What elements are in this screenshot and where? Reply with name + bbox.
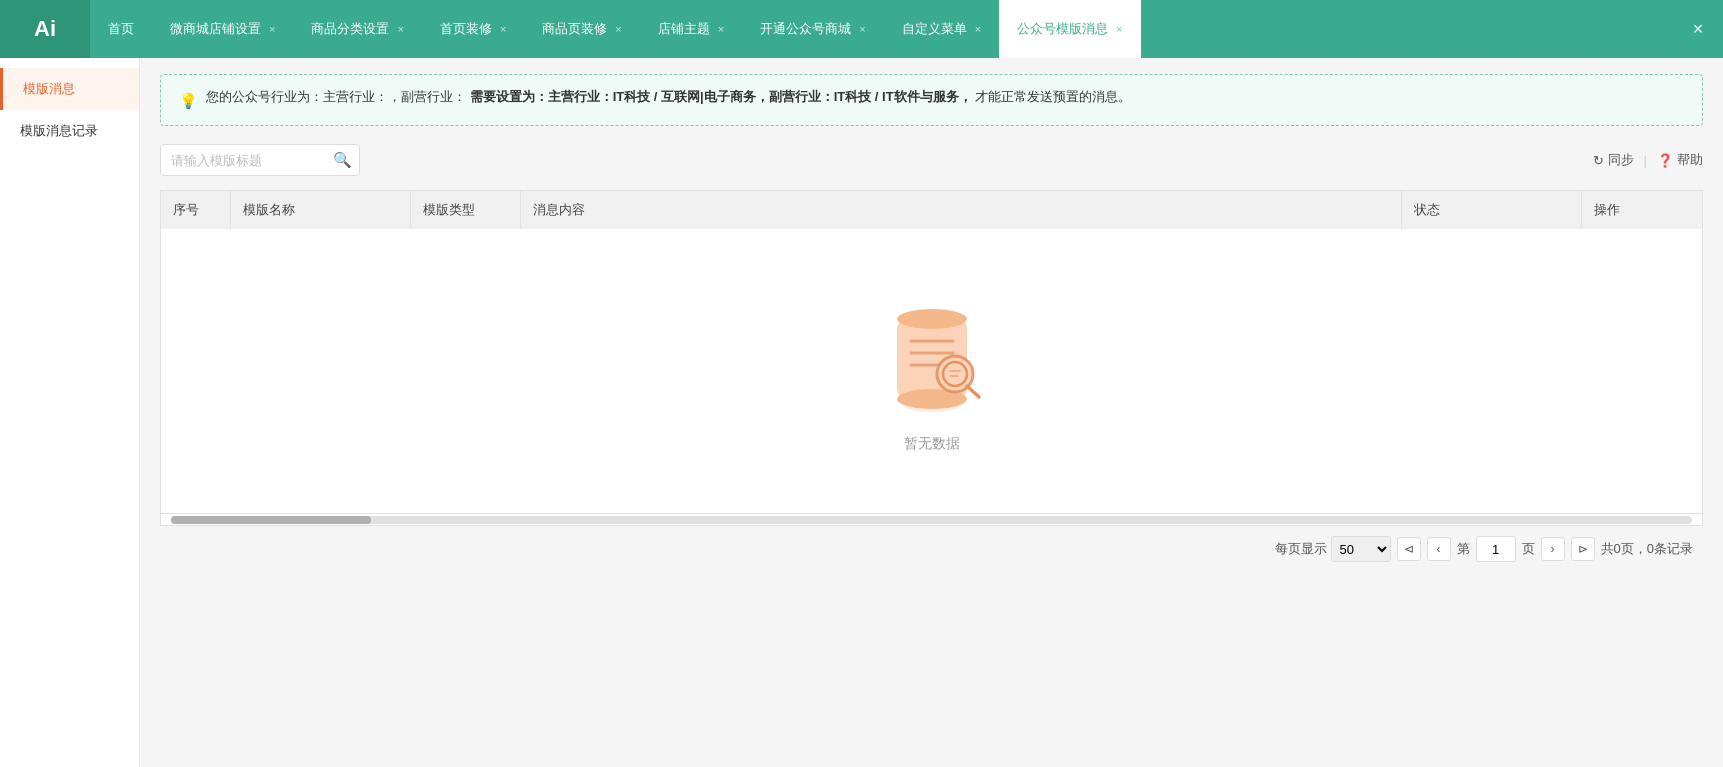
- svg-point-2: [897, 309, 967, 329]
- next-page-button[interactable]: ›: [1541, 537, 1565, 561]
- nav-tab-custom-menu[interactable]: 自定义菜单 ×: [884, 0, 999, 58]
- search-bar: 🔍 ↻ 同步 | ❓ 帮助: [160, 144, 1703, 176]
- nav-tab-label-theme: 店铺主题: [658, 20, 710, 38]
- nav-tab-theme[interactable]: 店铺主题 ×: [640, 0, 742, 58]
- alert-text: 您的公众号行业为：主营行业：，副营行业： 需要设置为：主营行业：IT科技 / 互…: [206, 87, 1131, 108]
- search-right: ↻ 同步 | ❓ 帮助: [1593, 151, 1703, 169]
- nav-tab-label-homepage: 首页装修: [440, 20, 492, 38]
- svg-line-9: [967, 386, 979, 397]
- sync-button[interactable]: ↻ 同步: [1593, 151, 1634, 169]
- nav-tab-label-home: 首页: [108, 20, 134, 38]
- divider: |: [1644, 153, 1647, 168]
- alert-suffix: 才能正常发送预置的消息。: [975, 89, 1131, 104]
- nav-tab-homepage[interactable]: 首页装修 ×: [422, 0, 524, 58]
- nav-tab-home[interactable]: 首页: [90, 0, 152, 58]
- th-type: 模版类型: [411, 191, 521, 229]
- nav-tab-close-homepage[interactable]: ×: [500, 23, 506, 35]
- th-seq: 序号: [161, 191, 231, 229]
- alert-highlight: 需要设置为：主营行业：IT科技 / 互联网|电子商务，副营行业：IT科技 / I…: [470, 89, 972, 104]
- content-area: 💡 您的公众号行业为：主营行业：，副营行业： 需要设置为：主营行业：IT科技 /…: [140, 58, 1723, 767]
- nav-tab-close-custom-menu[interactable]: ×: [975, 23, 981, 35]
- page-prefix-label: 第: [1457, 540, 1470, 558]
- nav-tab-close-productpage[interactable]: ×: [615, 23, 621, 35]
- th-content: 消息内容: [521, 191, 1402, 229]
- empty-icon: [867, 289, 997, 419]
- nav-tab-label-category: 商品分类设置: [311, 20, 389, 38]
- th-action: 操作: [1582, 191, 1702, 229]
- sidebar-item-template-history[interactable]: 模版消息记录: [0, 110, 139, 152]
- th-status: 状态: [1402, 191, 1582, 229]
- nav-tab-label-productpage: 商品页装修: [542, 20, 607, 38]
- total-label: 共0页，0条记录: [1601, 540, 1693, 558]
- nav-tab-label-template-msg: 公众号模版消息: [1017, 20, 1108, 38]
- per-page-select[interactable]: 50 20 100: [1331, 536, 1391, 562]
- help-button[interactable]: ❓ 帮助: [1657, 151, 1703, 169]
- prev-page-button[interactable]: ‹: [1427, 537, 1451, 561]
- search-input-wrap: 🔍: [160, 144, 360, 176]
- last-page-button[interactable]: ⊳: [1571, 537, 1595, 561]
- empty-state: 暂无数据: [160, 229, 1703, 514]
- th-name: 模版名称: [231, 191, 411, 229]
- nav-tab-label-custom-menu: 自定义菜单: [902, 20, 967, 38]
- pagination: 每页显示 50 20 100 ⊲ ‹ 第 页 › ⊳ 共0页，0条记录: [160, 526, 1703, 562]
- nav-tabs: 首页微商城店铺设置×商品分类设置×首页装修×商品页装修×店铺主题×开通公众号商城…: [90, 0, 1673, 58]
- nav-tab-label-wechat-shop: 开通公众号商城: [760, 20, 851, 38]
- nav-tab-close-category[interactable]: ×: [397, 23, 403, 35]
- nav-tab-category[interactable]: 商品分类设置 ×: [293, 0, 421, 58]
- nav-tab-close-theme[interactable]: ×: [718, 23, 724, 35]
- search-input[interactable]: [160, 144, 360, 176]
- nav-tab-weshop[interactable]: 微商城店铺设置 ×: [152, 0, 293, 58]
- empty-text: 暂无数据: [904, 435, 960, 453]
- search-left: 🔍: [160, 144, 360, 176]
- alert-prefix: 您的公众号行业为：主营行业：，副营行业：: [206, 89, 466, 104]
- nav-tab-close-weshop[interactable]: ×: [269, 23, 275, 35]
- bulb-icon: 💡: [179, 89, 198, 113]
- per-page-label: 每页显示: [1275, 540, 1327, 558]
- main-layout: 模版消息模版消息记录 💡 您的公众号行业为：主营行业：，副营行业： 需要设置为：…: [0, 58, 1723, 767]
- sidebar-item-template-msg[interactable]: 模版消息: [0, 68, 139, 110]
- nav-tab-productpage[interactable]: 商品页装修 ×: [524, 0, 639, 58]
- help-label: 帮助: [1677, 151, 1703, 169]
- sync-icon: ↻: [1593, 153, 1604, 168]
- sync-label: 同步: [1608, 151, 1634, 169]
- per-page-wrap: 每页显示 50 20 100: [1275, 536, 1391, 562]
- table-wrap: 序号模版名称模版类型消息内容状态操作: [160, 190, 1703, 562]
- nav-tab-close-wechat-shop[interactable]: ×: [859, 23, 865, 35]
- global-close-button[interactable]: ×: [1673, 0, 1723, 58]
- nav-tab-template-msg[interactable]: 公众号模版消息 ×: [999, 0, 1140, 58]
- help-icon: ❓: [1657, 153, 1673, 168]
- nav-tab-wechat-shop[interactable]: 开通公众号商城 ×: [742, 0, 883, 58]
- nav-tab-label-weshop: 微商城店铺设置: [170, 20, 261, 38]
- sidebar: 模版消息模版消息记录: [0, 58, 140, 767]
- table-header: 序号模版名称模版类型消息内容状态操作: [160, 190, 1703, 229]
- scroll-thumb: [171, 516, 371, 524]
- scroll-track: [171, 516, 1692, 524]
- top-nav: Ai 首页微商城店铺设置×商品分类设置×首页装修×商品页装修×店铺主题×开通公众…: [0, 0, 1723, 58]
- first-page-button[interactable]: ⊲: [1397, 537, 1421, 561]
- page-unit-label: 页: [1522, 540, 1535, 558]
- search-button[interactable]: 🔍: [333, 151, 352, 169]
- alert-box: 💡 您的公众号行业为：主营行业：，副营行业： 需要设置为：主营行业：IT科技 /…: [160, 74, 1703, 126]
- logo: Ai: [0, 0, 90, 58]
- page-input[interactable]: [1476, 536, 1516, 562]
- nav-tab-close-template-msg[interactable]: ×: [1116, 23, 1122, 35]
- scroll-bar[interactable]: [160, 514, 1703, 526]
